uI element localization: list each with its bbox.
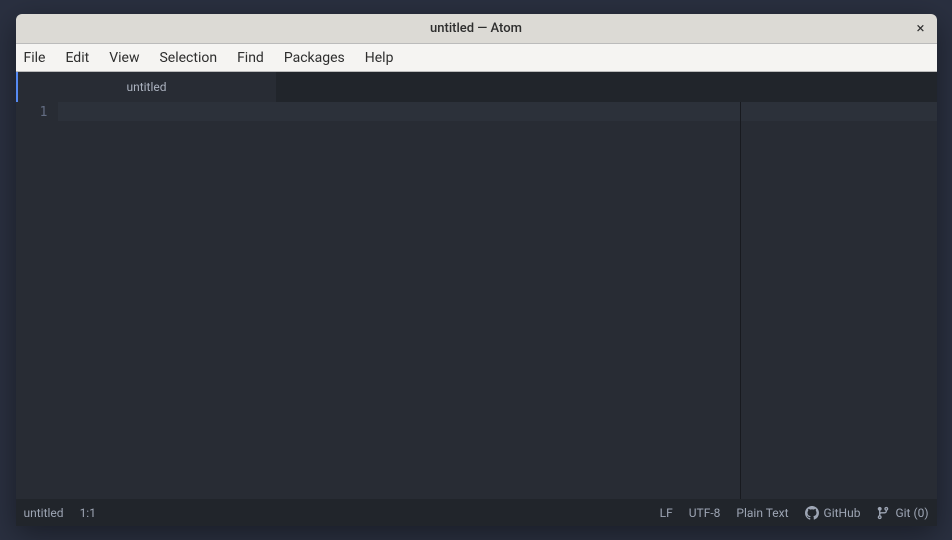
status-grammar[interactable]: Plain Text (736, 506, 788, 520)
tab-label: untitled (126, 80, 166, 94)
tab-untitled[interactable]: untitled (16, 72, 276, 102)
titlebar: untitled — Atom × (16, 14, 937, 44)
github-icon (805, 506, 819, 520)
status-cursor[interactable]: 1:1 (80, 506, 96, 520)
text-editor[interactable] (58, 102, 937, 499)
status-filename[interactable]: untitled (24, 506, 64, 520)
window-title: untitled — Atom (430, 21, 522, 36)
menu-help[interactable]: Help (355, 47, 404, 69)
gutter: 1 (16, 102, 58, 499)
statusbar: untitled 1:1 LF UTF-8 Plain Text GitHub … (16, 499, 937, 526)
tabbar: untitled (16, 72, 937, 102)
close-icon[interactable]: × (911, 18, 931, 38)
menu-find[interactable]: Find (227, 47, 274, 69)
menu-selection[interactable]: Selection (149, 47, 227, 69)
editor-area[interactable]: 1 (16, 102, 937, 499)
menu-packages[interactable]: Packages (274, 47, 355, 69)
menu-view[interactable]: View (99, 47, 149, 69)
current-line-highlight (58, 102, 937, 121)
status-line-ending[interactable]: LF (660, 506, 673, 520)
status-git-label: Git (0) (895, 506, 928, 520)
app-window: untitled — Atom × File Edit View Selecti… (16, 14, 937, 526)
status-git[interactable]: Git (0) (876, 506, 928, 520)
wrap-guide (740, 102, 741, 499)
status-github[interactable]: GitHub (805, 506, 861, 520)
menubar: File Edit View Selection Find Packages H… (16, 44, 937, 72)
status-encoding[interactable]: UTF-8 (689, 506, 721, 520)
line-number: 1 (16, 103, 58, 122)
status-github-label: GitHub (824, 506, 861, 520)
menu-file[interactable]: File (18, 47, 56, 69)
menu-edit[interactable]: Edit (55, 47, 99, 69)
git-branch-icon (876, 506, 890, 520)
